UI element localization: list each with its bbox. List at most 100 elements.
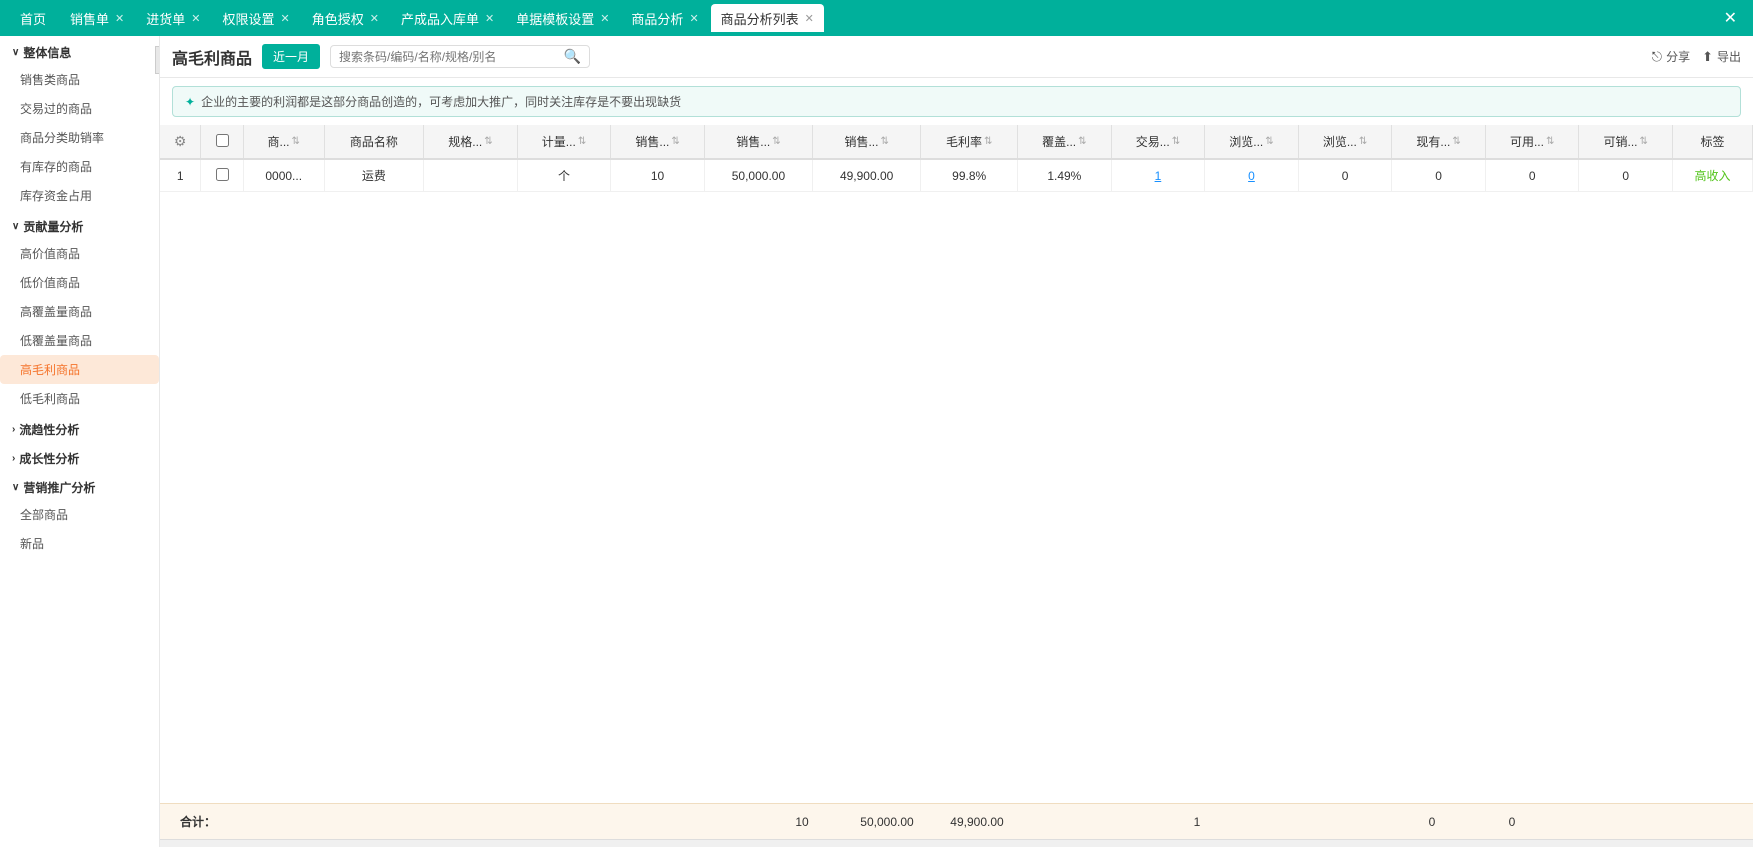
sidebar-group-label: 流趋性分析 <box>19 421 79 438</box>
sort-icon[interactable]: ⇅ <box>772 136 780 147</box>
sidebar-group-label: 营销推广分析 <box>23 479 95 496</box>
cell-tag: 高收入 <box>1673 159 1753 192</box>
sort-icon[interactable]: ⇅ <box>484 136 492 147</box>
sort-icon[interactable]: ⇅ <box>1359 136 1367 147</box>
col-header-sales_qty[interactable]: 销售...⇅ <box>611 125 705 159</box>
footer-cell: 50,000.00 <box>842 815 932 829</box>
sort-icon[interactable]: ⇅ <box>1452 136 1460 147</box>
sort-icon[interactable]: ⇅ <box>1265 136 1273 147</box>
nav-tab-close[interactable]: ✕ <box>191 12 200 25</box>
cell-checkbox[interactable] <box>201 159 243 192</box>
sidebar-group-title[interactable]: ›成长性分析 <box>0 442 159 471</box>
sort-icon[interactable]: ⇅ <box>1078 136 1086 147</box>
col-label-text: 交易... <box>1136 133 1170 150</box>
sidebar-item[interactable]: 交易过的商品 <box>0 94 159 123</box>
footer-cell <box>1632 815 1712 829</box>
sidebar-item[interactable]: 低毛利商品 <box>0 384 159 413</box>
sidebar-group-arrow: › <box>12 424 15 435</box>
nav-tab-销售单[interactable]: 销售单✕ <box>60 4 134 32</box>
col-header-sales_cost[interactable]: 销售...⇅ <box>813 125 921 159</box>
share-button[interactable]: ⎋ 分享 <box>1652 48 1690 65</box>
col-label-text: 标签 <box>1700 133 1724 150</box>
col-header-name[interactable]: 商品名称 <box>324 125 423 159</box>
cell-transactions[interactable]: 1 <box>1111 159 1205 192</box>
sidebar-item[interactable]: 商品分类助销率 <box>0 123 159 152</box>
col-header-views1[interactable]: 浏览...⇅ <box>1205 125 1299 159</box>
col-header-tag[interactable]: 标签 <box>1673 125 1753 159</box>
link-value[interactable]: 1 <box>1155 169 1162 183</box>
col-header-current_stock[interactable]: 现有...⇅ <box>1392 125 1486 159</box>
filter-recent-month-button[interactable]: 近一月 <box>262 44 320 69</box>
nav-tab-close[interactable]: ✕ <box>600 12 609 25</box>
sort-icon[interactable]: ⇅ <box>578 136 586 147</box>
data-table: ⚙商...⇅商品名称规格...⇅计量...⇅销售...⇅销售...⇅销售...⇅… <box>160 125 1753 192</box>
sidebar-item[interactable]: 高毛利商品 <box>0 355 159 384</box>
nav-tab-权限设置[interactable]: 权限设置✕ <box>212 4 299 32</box>
nav-tab-close[interactable]: ✕ <box>281 12 290 25</box>
col-header-sales_amt[interactable]: 销售...⇅ <box>704 125 812 159</box>
sidebar-item[interactable]: 全部商品 <box>0 500 159 529</box>
nav-tab-close[interactable]: ✕ <box>115 12 124 25</box>
sidebar-group-title[interactable]: ∨贡献量分析 <box>0 210 159 239</box>
nav-tab-商品分析[interactable]: 商品分析✕ <box>621 4 708 32</box>
cell-views1[interactable]: 0 <box>1205 159 1299 192</box>
sort-icon[interactable]: ⇅ <box>671 136 679 147</box>
sidebar-collapse-button[interactable]: « <box>155 46 160 74</box>
select-all-checkbox[interactable] <box>216 134 229 147</box>
sidebar-group-title[interactable]: › 流趋性分析 <box>0 413 159 442</box>
sort-icon[interactable]: ⇅ <box>1546 136 1554 147</box>
col-header-code[interactable]: 商...⇅ <box>243 125 324 159</box>
search-input[interactable] <box>339 50 560 64</box>
sort-icon[interactable]: ⇅ <box>292 136 300 147</box>
sidebar-item[interactable]: 有库存的商品 <box>0 152 159 181</box>
sidebar-item[interactable]: 低覆盖量商品 <box>0 326 159 355</box>
nav-tab-角色授权[interactable]: 角色授权✕ <box>302 4 389 32</box>
footer-cell: 1 <box>1162 815 1232 829</box>
export-icon: ⬆ <box>1702 49 1713 65</box>
sort-icon[interactable]: ⇅ <box>984 136 992 147</box>
sidebar-item[interactable]: 库存资金占用 <box>0 181 159 210</box>
nav-tab-close[interactable]: ✕ <box>689 12 698 25</box>
nav-tab-close[interactable]: ✕ <box>370 12 379 25</box>
settings-icon[interactable]: ⚙ <box>174 133 187 149</box>
nav-tab-产成品入库单[interactable]: 产成品入库单✕ <box>391 4 504 32</box>
top-nav: 首页 销售单✕进货单✕权限设置✕角色授权✕产成品入库单✕单据模板设置✕商品分析✕… <box>0 0 1753 36</box>
col-label-text: 可销... <box>1604 133 1638 150</box>
sidebar-item[interactable]: 新品 <box>0 529 159 558</box>
sidebar-group-title[interactable]: ∨营销推广分析 <box>0 471 159 500</box>
col-label-text: 覆盖... <box>1042 133 1076 150</box>
nav-tab-close[interactable]: ✕ <box>485 12 494 25</box>
window-close-button[interactable]: ✕ <box>1716 8 1745 28</box>
link-value[interactable]: 0 <box>1248 169 1255 183</box>
sidebar-item[interactable]: 销售类商品 <box>0 65 159 94</box>
col-header-transactions[interactable]: 交易...⇅ <box>1111 125 1205 159</box>
search-icon[interactable]: 🔍 <box>564 48 581 65</box>
nav-tab-进货单[interactable]: 进货单✕ <box>136 4 210 32</box>
sort-icon[interactable]: ⇅ <box>880 136 888 147</box>
nav-home[interactable]: 首页 <box>8 9 58 28</box>
col-header-unit[interactable]: 计量...⇅ <box>517 125 611 159</box>
sort-icon[interactable]: ⇅ <box>1640 136 1648 147</box>
col-header-gross_margin[interactable]: 毛利率⇅ <box>921 125 1018 159</box>
sidebar-item[interactable]: 高价值商品 <box>0 239 159 268</box>
col-header-checkbox[interactable] <box>201 125 243 159</box>
col-header-sellable[interactable]: 可销...⇅ <box>1579 125 1673 159</box>
sidebar-item[interactable]: 低价值商品 <box>0 268 159 297</box>
col-label-text: 销售... <box>844 133 878 150</box>
col-header-settings[interactable]: ⚙ <box>160 125 201 159</box>
col-header-available[interactable]: 可用...⇅ <box>1485 125 1579 159</box>
cell-current_stock: 0 <box>1392 159 1486 192</box>
sort-icon[interactable]: ⇅ <box>1172 136 1180 147</box>
sidebar-group-title[interactable]: ∨整体信息 <box>0 36 159 65</box>
horizontal-scrollbar[interactable] <box>160 839 1753 847</box>
nav-tab-单据模板设置[interactable]: 单据模板设置✕ <box>506 4 619 32</box>
export-button[interactable]: ⬆ 导出 <box>1702 48 1741 65</box>
col-header-coverage[interactable]: 覆盖...⇅ <box>1018 125 1112 159</box>
col-header-spec[interactable]: 规格...⇅ <box>424 125 518 159</box>
nav-tab-商品分析列表[interactable]: 商品分析列表✕ <box>711 4 824 32</box>
row-checkbox[interactable] <box>216 168 229 181</box>
nav-tab-close[interactable]: ✕ <box>805 12 814 25</box>
col-header-views2[interactable]: 浏览...⇅ <box>1298 125 1392 159</box>
sidebar-item[interactable]: 高覆盖量商品 <box>0 297 159 326</box>
search-box: 🔍 <box>330 45 590 68</box>
